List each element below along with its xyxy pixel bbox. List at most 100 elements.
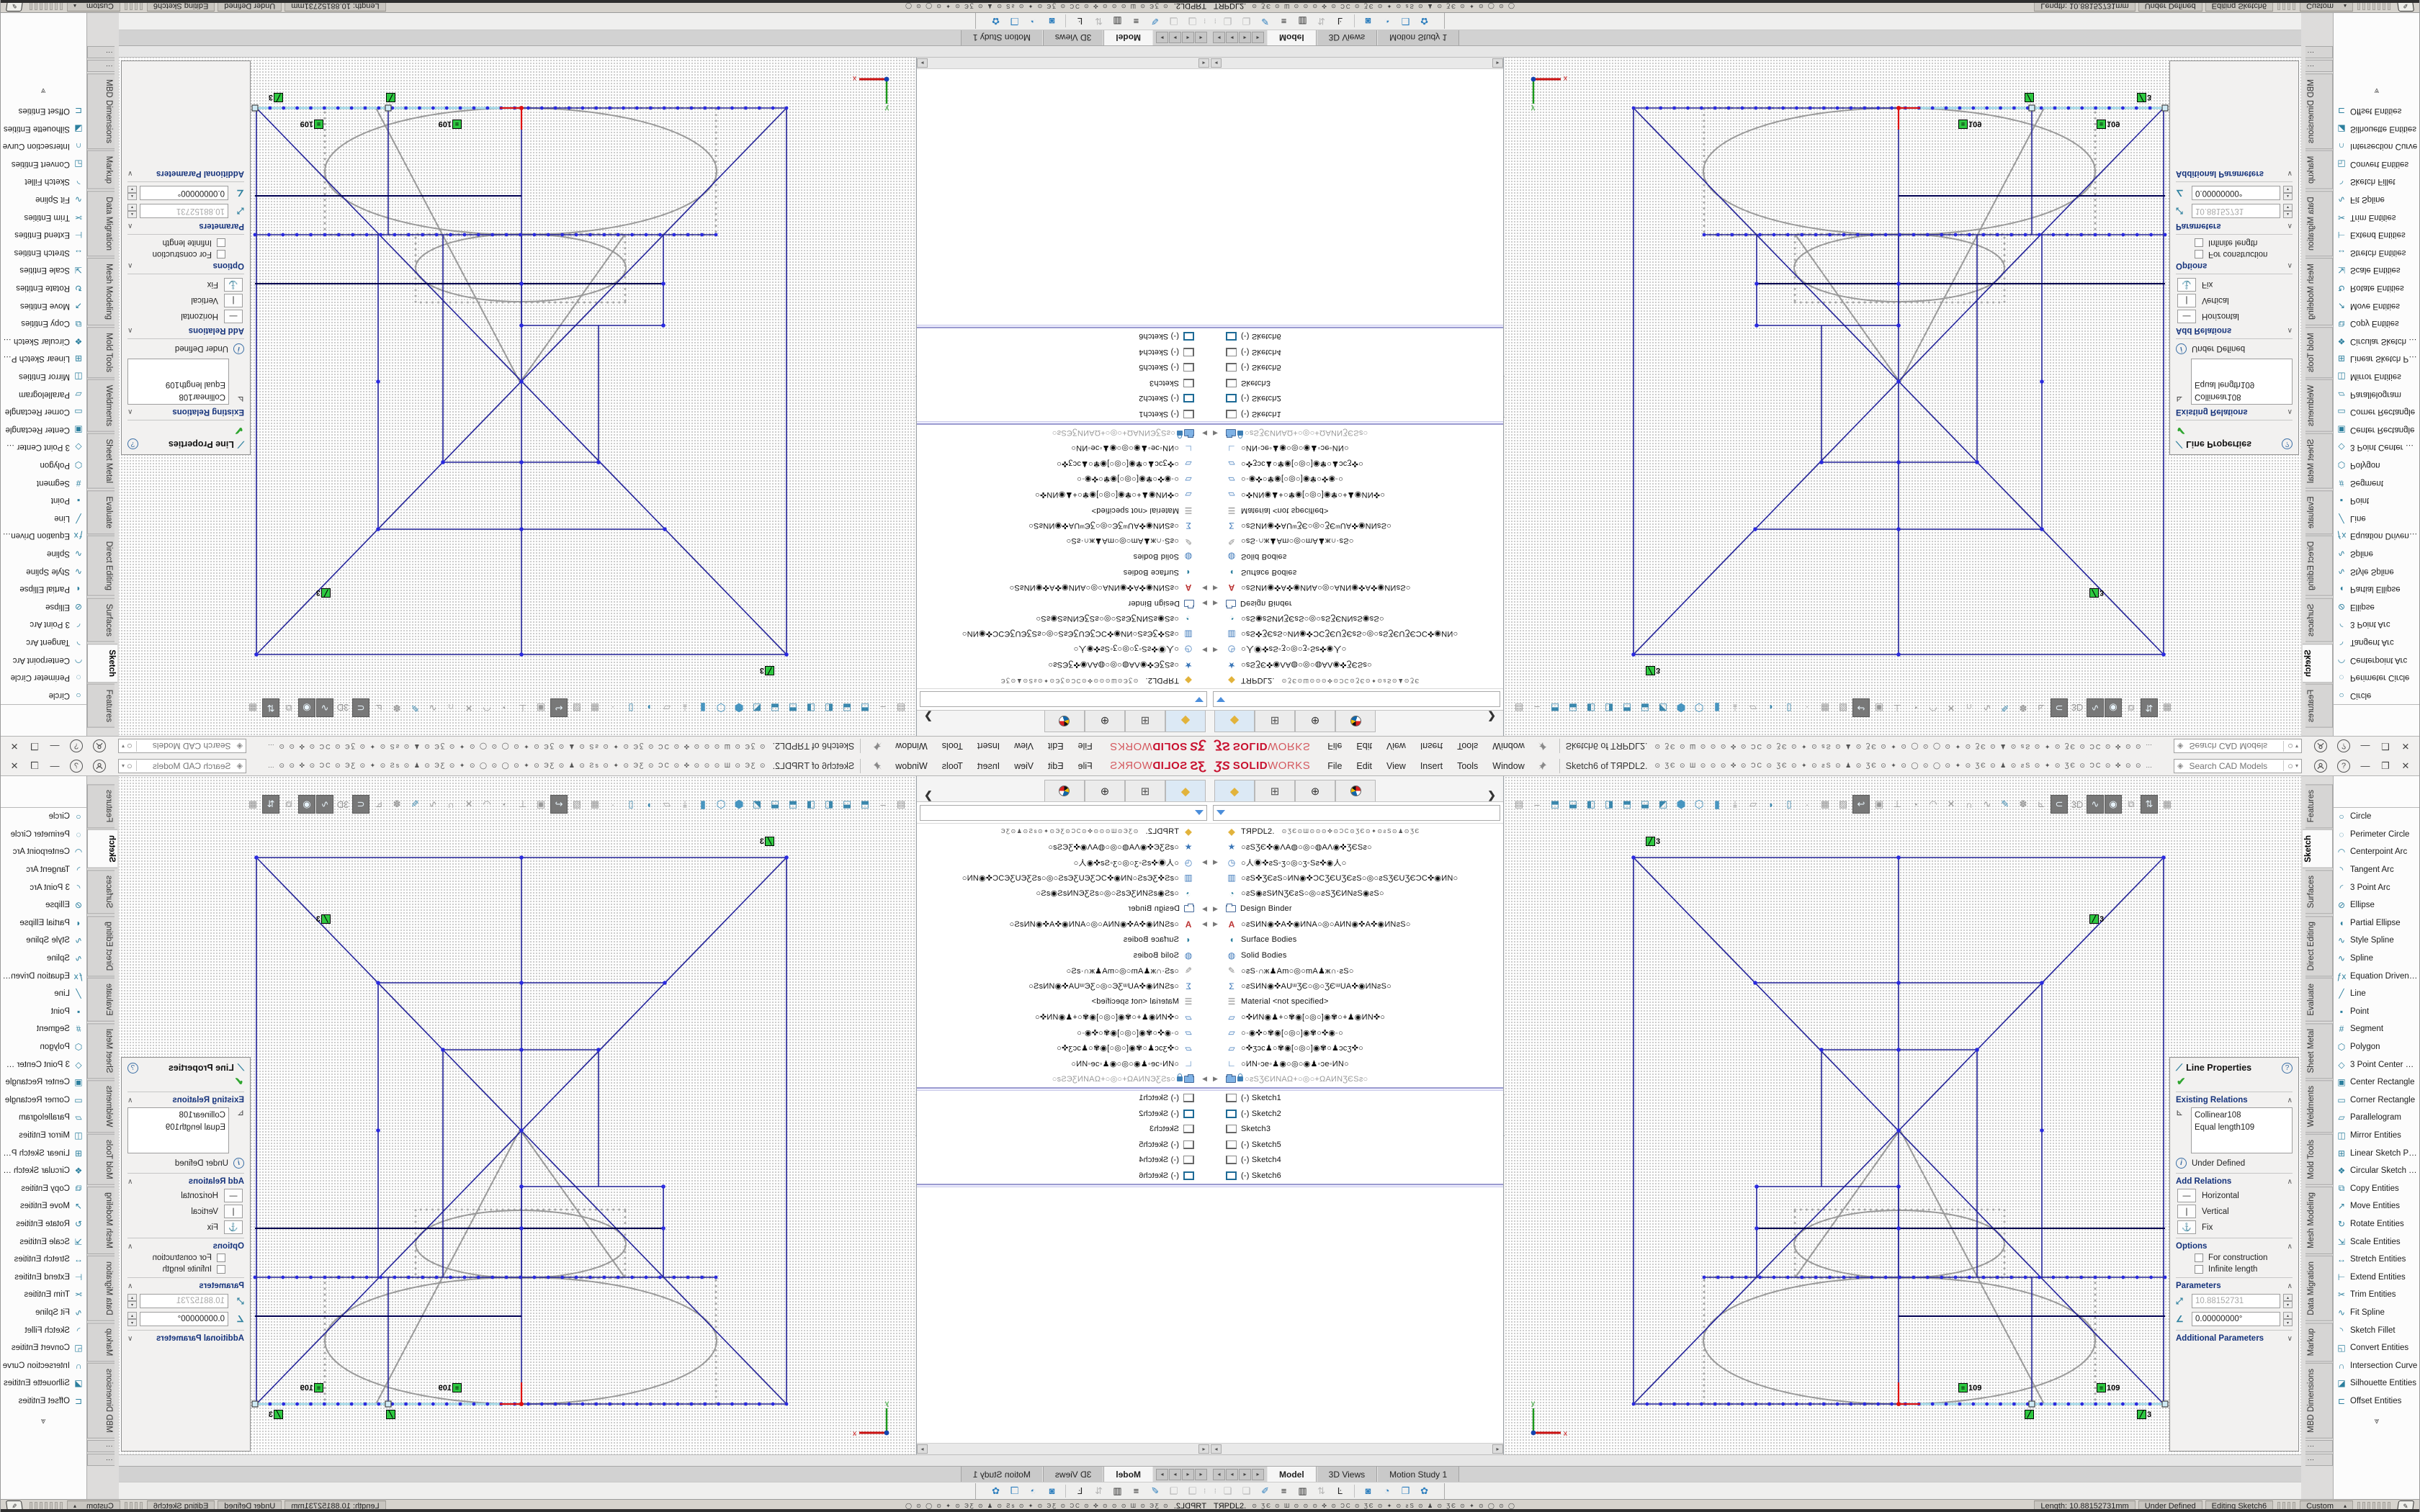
format-tool-icon[interactable]: ✐ [1256, 1484, 1275, 1498]
menu-edit[interactable]: Edit [1041, 761, 1071, 771]
search-box[interactable]: ◈ ○ ▾ [118, 739, 246, 754]
sketch-line[interactable] [376, 1130, 520, 1404]
display-tab[interactable] [1335, 780, 1376, 801]
sketch-point[interactable] [1945, 1403, 1948, 1406]
sketch-point[interactable] [758, 1403, 761, 1406]
doc-tab-3d-views[interactable]: 3D Views [1043, 1467, 1103, 1482]
sketch-point[interactable] [526, 1403, 530, 1406]
tree-item[interactable]: (-) Sketch6 [917, 1168, 1210, 1184]
sketch-point[interactable] [1744, 233, 1748, 237]
tree-item[interactable]: ▶◷○人◉✜ƨS◦ʒ○◎○ʒ◦Sƨ✜◉人○ [1210, 855, 1503, 870]
sketch-point[interactable] [282, 107, 285, 110]
fix-relation-button[interactable]: ⚓ [224, 278, 243, 292]
sketch-point[interactable] [459, 107, 462, 110]
menu-item-parallelogram[interactable]: ▱Parallelogram [0, 1109, 86, 1127]
tree-item[interactable]: ▶Design Binder [1210, 901, 1503, 917]
sketch-point[interactable] [540, 1403, 544, 1406]
sketch-point[interactable] [519, 652, 524, 657]
scroll-right-icon[interactable]: ▸ [1492, 58, 1503, 68]
tree-item[interactable]: (-) Sketch5 [917, 1137, 1210, 1153]
sketch-point[interactable] [1912, 1276, 1916, 1279]
sketch-point[interactable] [1884, 233, 1888, 237]
sketch-point[interactable] [771, 1403, 775, 1406]
tab-sketch[interactable]: Sketch [2303, 829, 2333, 868]
sketch-point[interactable] [1896, 460, 1901, 464]
menu-item-3-point-center-recta-[interactable]: ◇3 Point Center Recta... [2334, 438, 2420, 456]
expand-arrow-icon[interactable]: ▶ [1213, 646, 1223, 654]
tree-item[interactable]: (-) Sketch4 [1210, 1153, 1503, 1169]
tab-weldments[interactable]: Weldments [2305, 379, 2333, 432]
tree-item[interactable]: ▶◷○人◉✜ƨS◦ʒ○◎○ʒ◦Sƨ✜◉人○ [917, 642, 1210, 658]
sketch-point[interactable] [1896, 106, 1901, 110]
toolbar-grip[interactable]: ⁞ [1204, 1488, 1206, 1495]
menu-item-intersection-curve[interactable]: ∩Intersection Curve [2334, 138, 2420, 156]
settings-tool-icon[interactable]: ◙ [1359, 14, 1378, 29]
sketch-point[interactable] [351, 1276, 354, 1279]
spin-down-icon[interactable]: ▾ [127, 204, 137, 211]
relation-badge[interactable]: ╱ [2025, 93, 2035, 102]
settings-tool-icon[interactable]: ◔ [1378, 14, 1397, 29]
sketch-point[interactable] [463, 233, 467, 237]
sketch-point[interactable] [1814, 233, 1818, 237]
sketch-point[interactable] [379, 233, 382, 237]
spin-up-icon[interactable]: ▴ [127, 1312, 137, 1319]
menu-item-sketch-fillet[interactable]: ◝Sketch Fillet [0, 173, 86, 191]
sketch-point[interactable] [1753, 981, 1757, 985]
close-button[interactable]: ✕ [4, 741, 24, 752]
parameters-header[interactable]: Parameters∧ [127, 222, 244, 230]
pin-icon[interactable] [1538, 761, 1548, 771]
format-tool-icon[interactable]: ❏ [1183, 14, 1201, 29]
tree-item[interactable]: ▱○✜ИN◉♟+○✾◉[○◎○]◉✾○+♟◉ИN✜○ [917, 487, 1210, 503]
sketch-point[interactable] [1971, 1403, 1975, 1406]
menu-item-partial-ellipse[interactable]: ◖Partial Ellipse [2334, 580, 2420, 598]
tab-surfaces[interactable]: Surfaces [87, 598, 115, 642]
expand-arrow-icon[interactable]: ▶ [1197, 1075, 1207, 1083]
sketch-point[interactable] [617, 1276, 620, 1279]
part-tab[interactable]: ◆ [1165, 780, 1206, 801]
tree-item[interactable]: Σ○ƨSИN◉✜AUᵚƷЄ○◎○ƷЄᵚUA✜◉ИNƨS○ [917, 978, 1210, 994]
tab-data-migration[interactable]: Data Migration [2305, 191, 2333, 256]
menu-item-equation-driven-curve[interactable]: ƒxEquation Driven Curve [0, 967, 86, 985]
parameters-header[interactable]: Parameters∧ [2176, 222, 2293, 230]
options-header[interactable]: Options∧ [2176, 261, 2293, 270]
sketch-point[interactable] [1744, 1276, 1748, 1279]
sketch-point[interactable] [2079, 1276, 2083, 1279]
menu-item-fit-spline[interactable]: ∿Fit Spline [0, 191, 86, 209]
sketch-point[interactable] [407, 233, 411, 237]
settings-tool-icon[interactable]: ◙ [1042, 14, 1061, 29]
menu-item-line[interactable]: ╱Line [0, 985, 86, 1003]
tab-surfaces[interactable]: Surfaces [2305, 870, 2333, 914]
tab-mbd-dimensions[interactable]: MBD Dimensions [87, 1363, 115, 1439]
relation-badge[interactable]: =109 [300, 120, 323, 129]
horizontal-relation-button[interactable]: — [224, 1189, 243, 1202]
sketch-point[interactable] [700, 233, 704, 237]
parameter-input[interactable]: 10.88152731 [140, 1294, 228, 1308]
sketch-point[interactable] [689, 1403, 693, 1406]
tab-nav-icon[interactable]: ◂ [1226, 1469, 1238, 1480]
menu-view[interactable]: View [1007, 742, 1041, 752]
tree-item[interactable]: ▶Design Binder [917, 901, 1210, 917]
sketch-point[interactable] [1741, 107, 1744, 110]
sketch-point[interactable] [1971, 107, 1975, 110]
tree-item[interactable]: (-) Sketch1 [1210, 406, 1503, 422]
relation-list-item[interactable]: Collinear108 [131, 390, 225, 402]
sketch-point[interactable] [2164, 233, 2167, 237]
sketch-point[interactable] [393, 1276, 397, 1279]
sketch-point[interactable] [645, 1276, 648, 1279]
sketch-point[interactable] [1754, 1226, 1759, 1230]
sketch-point[interactable] [418, 107, 421, 110]
tab-mesh-modeling[interactable]: Mesh Modeling [87, 258, 115, 325]
sketch-point[interactable] [1985, 107, 1989, 110]
menu-item-parallelogram[interactable]: ▱Parallelogram [2334, 1109, 2420, 1127]
spin-down-icon[interactable]: ▾ [2283, 186, 2293, 193]
sketch-point[interactable] [1870, 233, 1873, 237]
sketch-point[interactable] [594, 1403, 598, 1406]
sketch-point[interactable] [658, 233, 662, 237]
help-icon[interactable]: ? [2337, 740, 2350, 753]
relation-list-item[interactable]: Collinear108 [2195, 1110, 2289, 1122]
menu-tools[interactable]: Tools [1450, 742, 1485, 752]
tree-pane-splitter[interactable] [917, 1184, 1210, 1187]
sketch-point[interactable] [1786, 1276, 1790, 1279]
sketch-point[interactable] [1954, 233, 1958, 237]
additional-parameters-header[interactable]: Additional Parameters∨ [127, 1334, 244, 1343]
